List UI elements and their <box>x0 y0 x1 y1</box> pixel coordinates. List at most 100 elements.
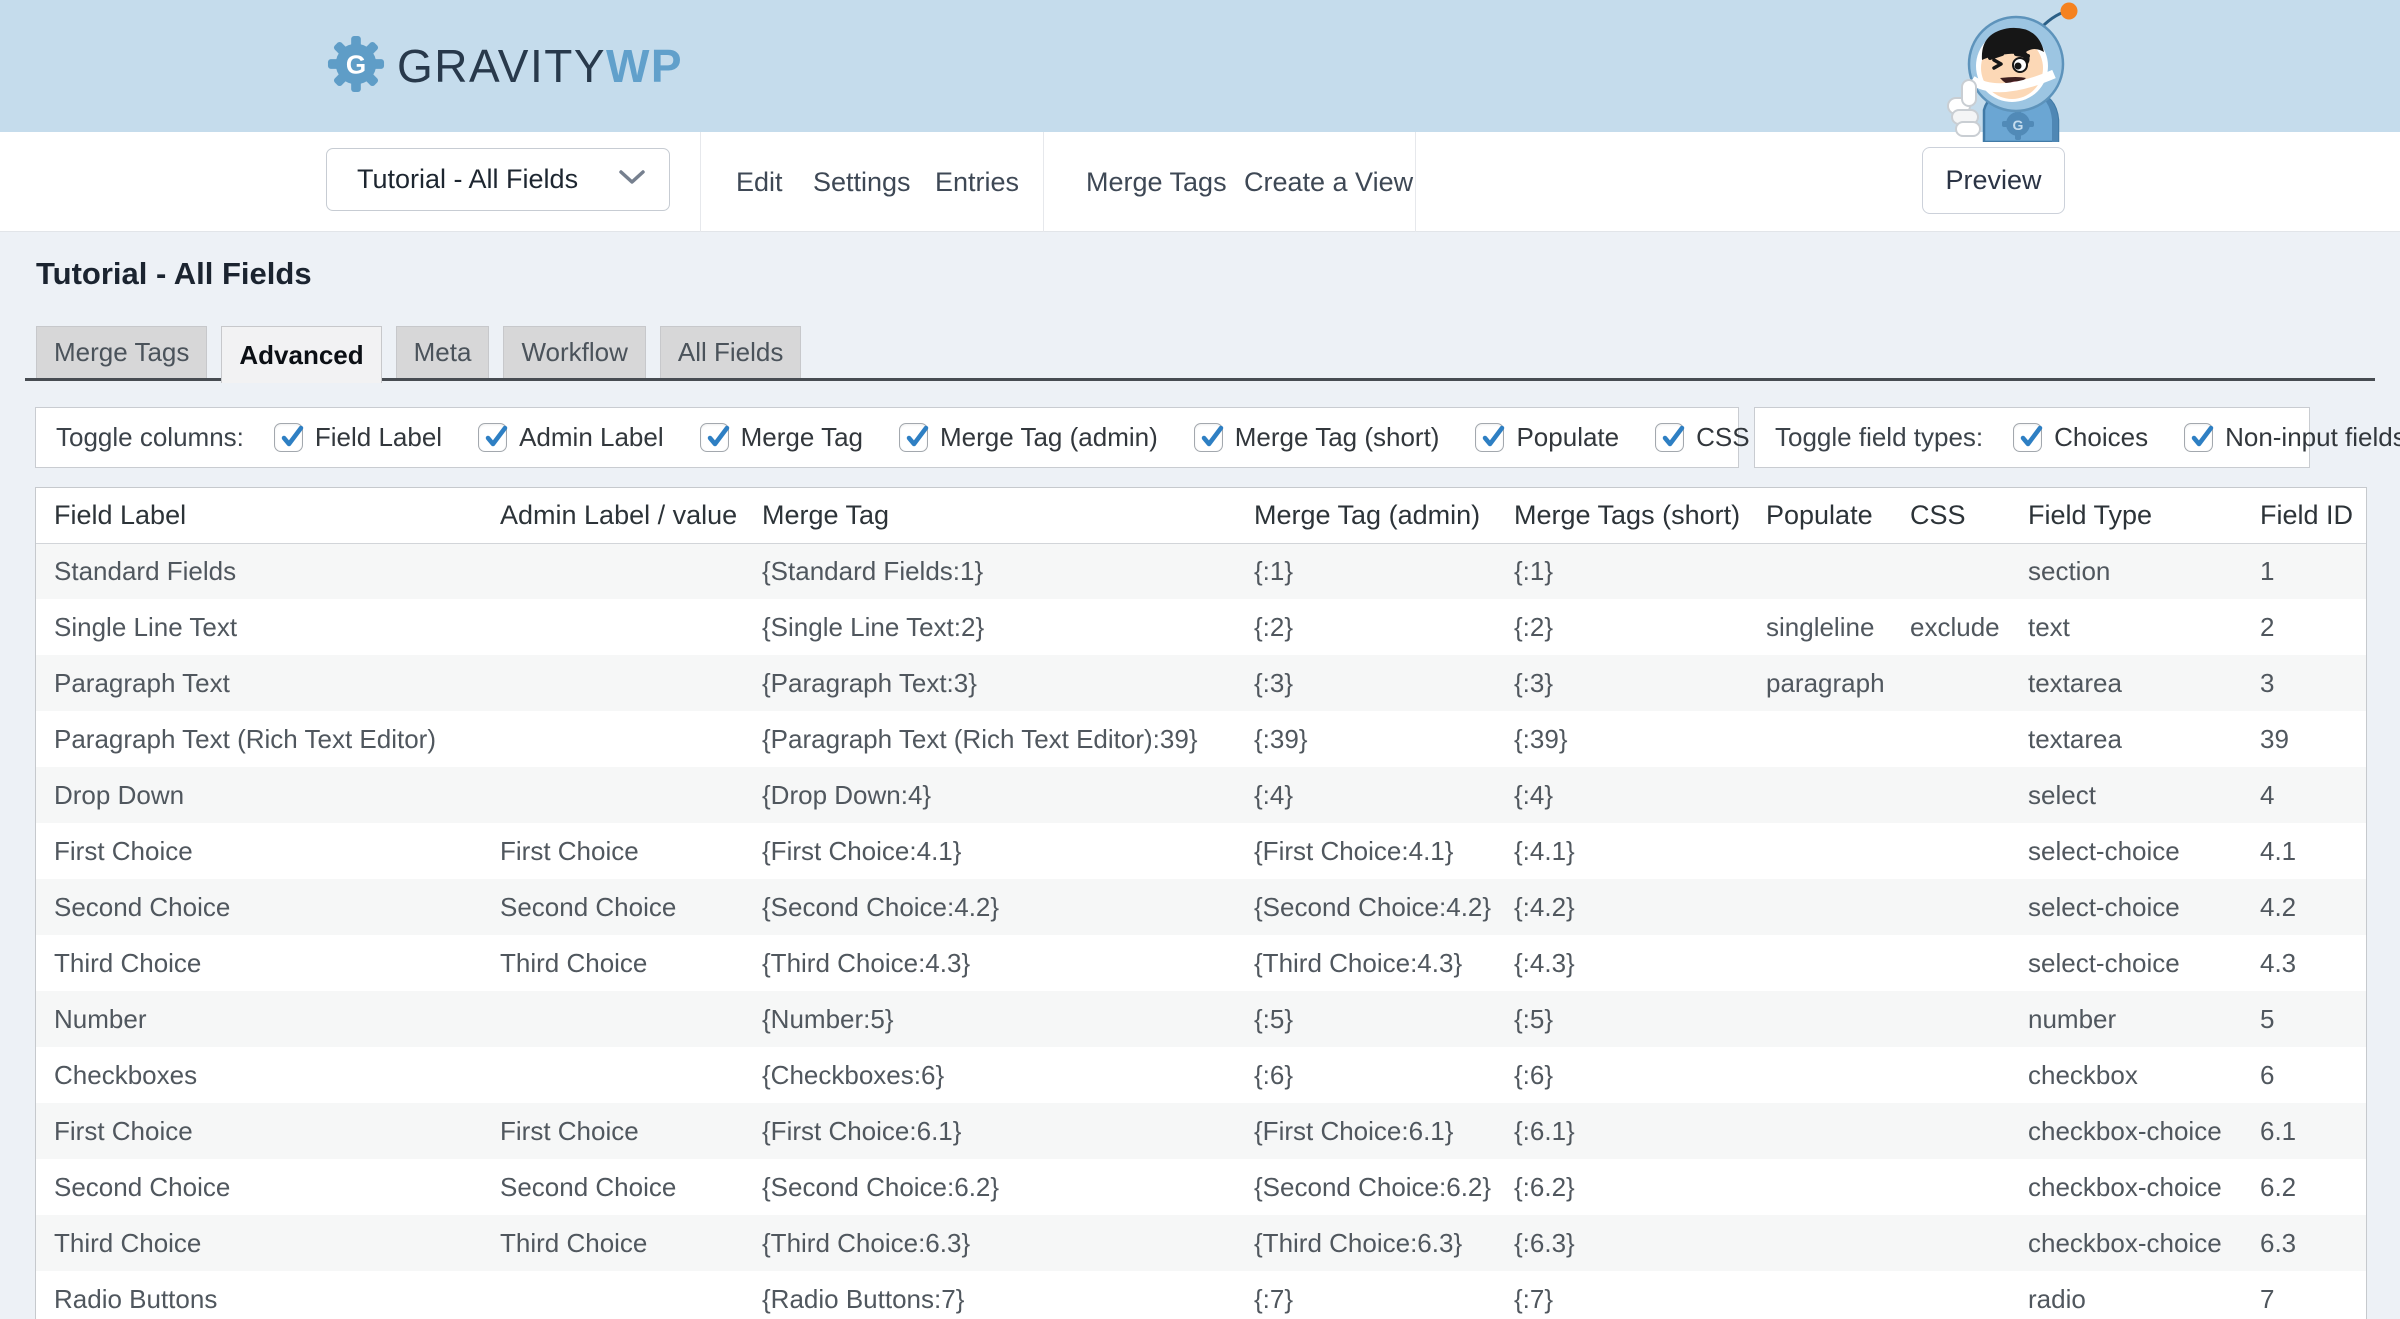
checkbox-label: CSS <box>1696 422 1750 452</box>
table-row: Paragraph Text (Rich Text Editor) {Paragr… <box>36 711 2366 767</box>
toggle-column-field-label-checkbox[interactable]: Field Label <box>273 422 443 453</box>
toggle-fieldtype-non-input-fields-checkbox[interactable]: Non-input fields <box>2184 422 2400 453</box>
nav-link-entries[interactable]: Entries <box>935 132 1019 232</box>
toggle-column-merge-tag-short-checkbox[interactable]: Merge Tag (short) <box>1193 422 1440 453</box>
cell-merge-tags-short: {:2} <box>1514 611 1554 642</box>
cell-admin-label-value <box>482 543 744 599</box>
column-header-populate: Populate <box>1748 488 1892 544</box>
nav-link-merge-tags[interactable]: Merge Tags <box>1086 132 1227 232</box>
cell-merge-tag-admin: {:39} <box>1254 723 1308 754</box>
cell-merge-tag-admin: {Third Choice:4.3} <box>1254 947 1463 978</box>
cell-field-type: select-choice <box>2028 835 2180 866</box>
cell-merge-tag: {Third Choice:4.3} <box>762 947 971 978</box>
table-row: Standard Fields {Standard Fields:1} {:1} {:… <box>36 543 2366 599</box>
checkbox-checked-icon[interactable] <box>2184 423 2214 452</box>
checkbox-checked-icon[interactable] <box>899 423 929 452</box>
table-row: Number {Number:5} {:5} {:5} number 5 <box>36 991 2366 1047</box>
cell-admin-label-value: First Choice <box>500 835 639 866</box>
cell-field-label: Number <box>54 1003 147 1034</box>
checkbox-checked-icon[interactable] <box>699 423 729 452</box>
checkbox-label: Merge Tag (short) <box>1234 422 1440 452</box>
table-row: First Choice First Choice {First Choice:6.… <box>36 1103 2366 1159</box>
cell-merge-tag: {Paragraph Text (Rich Text Editor):39} <box>762 723 1198 754</box>
cell-field-label: Checkboxes <box>54 1059 198 1090</box>
toggle-column-merge-tag-admin-checkbox[interactable]: Merge Tag (admin) <box>899 422 1158 453</box>
cell-field-label: Single Line Text <box>54 611 238 642</box>
cell-field-type: checkbox <box>2028 1059 2138 1090</box>
column-header-field-id: Field ID <box>2242 488 2366 544</box>
cell-merge-tag: {Standard Fields:1} <box>762 555 984 586</box>
cell-field-label: Second Choice <box>54 891 231 922</box>
cell-merge-tags-short: {:7} <box>1514 1283 1554 1314</box>
cell-field-id: 1 <box>2260 555 2275 586</box>
toggle-column-populate-checkbox[interactable]: Populate <box>1475 422 1619 453</box>
cell-field-type: radio <box>2028 1283 2086 1314</box>
checkbox-checked-icon[interactable] <box>1655 423 1685 452</box>
cell-admin-label-value <box>482 1271 744 1319</box>
column-header-merge-tag-admin: Merge Tag (admin) <box>1236 488 1496 544</box>
cell-field-type: textarea <box>2028 723 2122 754</box>
checkbox-checked-icon[interactable] <box>273 423 304 452</box>
tab-merge-tags[interactable]: Merge Tags <box>36 326 208 378</box>
cell-admin-label-value <box>482 599 744 655</box>
column-header-admin-label-value: Admin Label / value <box>482 488 744 544</box>
tab-all-fields[interactable]: All Fields <box>659 326 802 378</box>
checkbox-label: Choices <box>2054 422 2149 452</box>
cell-populate <box>1748 823 1892 879</box>
cell-admin-label-value: First Choice <box>500 1115 639 1146</box>
cell-populate <box>1748 935 1892 991</box>
cell-field-id: 4.3 <box>2260 947 2297 978</box>
nav-link-edit[interactable]: Edit <box>736 132 783 232</box>
cell-populate <box>1748 1047 1892 1103</box>
checkbox-label: Merge Tag (admin) <box>940 422 1158 452</box>
cell-field-type: number <box>2028 1003 2117 1034</box>
cell-css <box>1892 823 2010 879</box>
gravitywp-logo[interactable]: G GRAVITYWP <box>327 0 683 132</box>
cell-admin-label-value <box>482 655 744 711</box>
cell-field-id: 6.3 <box>2260 1227 2297 1258</box>
cell-field-label: Third Choice <box>54 947 202 978</box>
checkbox-label: Populate <box>1516 422 1620 452</box>
nav-link-settings[interactable]: Settings <box>813 132 911 232</box>
tab-advanced[interactable]: Advanced <box>221 326 382 383</box>
cell-merge-tags-short: {:4.3} <box>1514 947 1575 978</box>
column-header-field-type: Field Type <box>2010 488 2242 544</box>
tab-meta[interactable]: Meta <box>395 326 490 378</box>
cell-field-type: section <box>2028 555 2111 586</box>
toggle-column-admin-label-checkbox[interactable]: Admin Label <box>478 422 664 453</box>
cell-field-id: 4 <box>2260 779 2275 810</box>
toggle-columns-box: Toggle columns: Field Label Admin Label Me… <box>35 407 2113 468</box>
cell-admin-label-value <box>482 767 744 823</box>
cell-field-type: select <box>2028 779 2096 810</box>
cell-merge-tags-short: {:39} <box>1514 723 1568 754</box>
checkbox-checked-icon[interactable] <box>1475 423 1505 452</box>
cell-merge-tag-admin: {:2} <box>1254 611 1294 642</box>
cell-merge-tags-short: {:4.2} <box>1514 891 1575 922</box>
cell-merge-tag-admin: {:7} <box>1254 1283 1294 1314</box>
cell-field-id: 4.2 <box>2260 891 2297 922</box>
cell-admin-label-value <box>482 711 744 767</box>
nav-link-create-a-view[interactable]: Create a View <box>1244 132 1413 232</box>
toggle-fieldtype-choices-checkbox[interactable]: Choices <box>2013 422 2148 453</box>
checkbox-checked-icon[interactable] <box>2013 423 2043 452</box>
column-header-field-label: Field Label <box>36 488 482 544</box>
preview-button[interactable]: Preview <box>1922 147 2065 214</box>
table-row: Third Choice Third Choice {Third Choice:4.… <box>36 935 2366 991</box>
tab-workflow[interactable]: Workflow <box>503 326 646 378</box>
form-switcher-dropdown[interactable]: Tutorial - All Fields <box>326 148 670 211</box>
toggle-column-merge-tag-checkbox[interactable]: Merge Tag <box>699 422 863 453</box>
cell-merge-tag-admin: {:4} <box>1254 779 1294 810</box>
cell-field-label: Third Choice <box>54 1227 202 1258</box>
checkbox-checked-icon[interactable] <box>1193 423 1223 452</box>
cell-merge-tags-short: {:5} <box>1514 1003 1554 1034</box>
cell-merge-tag-admin: {:1} <box>1254 555 1294 586</box>
cell-css <box>1892 711 2010 767</box>
toggle-column-css-checkbox[interactable]: CSS <box>1655 422 1750 453</box>
checkbox-checked-icon[interactable] <box>478 423 508 452</box>
column-header-merge-tag: Merge Tag <box>744 488 1236 544</box>
cell-merge-tag-admin: {Second Choice:4.2} <box>1254 891 1492 922</box>
cell-field-id: 7 <box>2260 1283 2275 1314</box>
cell-merge-tag: {Drop Down:4} <box>762 779 932 810</box>
checkbox-label: Field Label <box>314 422 443 452</box>
cell-admin-label-value <box>482 1047 744 1103</box>
